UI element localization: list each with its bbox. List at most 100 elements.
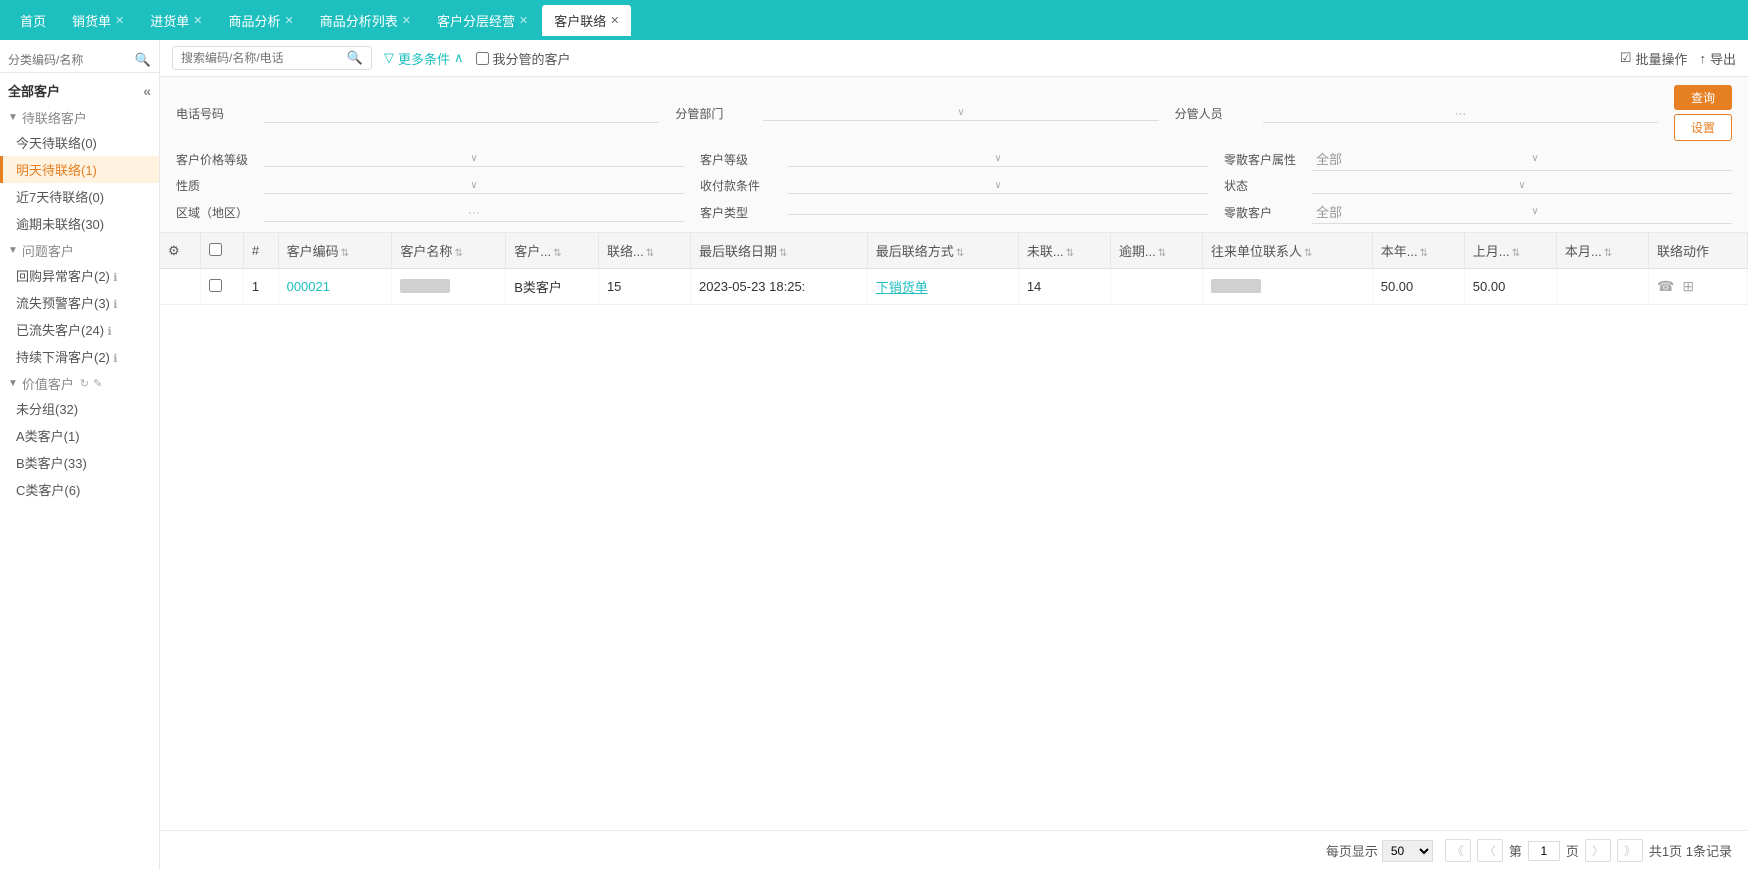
close-customer-contact-icon[interactable]: ✕ bbox=[610, 14, 619, 27]
th-no-contact[interactable]: 未联...⇅ bbox=[1018, 233, 1110, 269]
sidebar-tomorrow[interactable]: 明天待联络(1) bbox=[0, 156, 159, 183]
retail-customer-label: 零散客户 bbox=[1224, 204, 1304, 221]
filter-icon: ▽ bbox=[384, 50, 394, 66]
sort-method-icon: ⇅ bbox=[956, 248, 964, 259]
th-code[interactable]: 客户编码⇅ bbox=[278, 233, 392, 269]
th-name[interactable]: 客户名称⇅ bbox=[392, 233, 506, 269]
person-field: 分管人员 ··· bbox=[1175, 104, 1658, 123]
payment-select[interactable]: ∨ bbox=[788, 178, 1208, 194]
gender-select[interactable]: ∨ bbox=[264, 178, 684, 194]
sidebar-overdue[interactable]: 逾期未联络(30) bbox=[0, 210, 159, 237]
dept-select[interactable]: ∨ bbox=[763, 105, 1158, 121]
row-contact-count: 15 bbox=[598, 269, 690, 305]
close-purchase-icon[interactable]: ✕ bbox=[193, 14, 202, 27]
export-icon: ↑ bbox=[1699, 51, 1706, 66]
batch-ops-button[interactable]: ☑ 批量操作 bbox=[1620, 49, 1688, 68]
person-label: 分管人员 bbox=[1175, 105, 1255, 122]
close-sales-icon[interactable]: ✕ bbox=[115, 14, 124, 27]
sidebar-search-input[interactable] bbox=[8, 53, 135, 67]
next-page-button[interactable]: 〉 bbox=[1585, 839, 1611, 862]
sidebar-churned[interactable]: 已流失客户(24) ℹ bbox=[0, 316, 159, 343]
search-input[interactable] bbox=[181, 51, 343, 65]
my-customers-label: 我分管的客户 bbox=[493, 49, 571, 68]
status-select[interactable]: ∨ bbox=[1312, 178, 1732, 194]
sidebar-repurchase[interactable]: 回购异常客户(2) ℹ bbox=[0, 262, 159, 289]
settings-button[interactable]: 设置 bbox=[1674, 114, 1732, 141]
page-number-input[interactable] bbox=[1528, 841, 1560, 861]
sort-thismonth-icon: ⇅ bbox=[1604, 248, 1612, 259]
more-filter-button[interactable]: ▽ 更多条件 ∧ bbox=[384, 49, 464, 68]
value-customers-group: ▼ 价值客户 ↻ ✎ bbox=[0, 370, 159, 395]
sort-lastmonth-icon: ⇅ bbox=[1512, 248, 1520, 259]
th-this-year[interactable]: 本年...⇅ bbox=[1372, 233, 1464, 269]
search-box: 🔍 bbox=[172, 46, 372, 70]
retail-attr-field: 零散客户属性 全部∨ bbox=[1224, 147, 1732, 171]
sidebar-churn-warning[interactable]: 流失预警客户(3) ℹ bbox=[0, 289, 159, 316]
th-this-month[interactable]: 本月...⇅ bbox=[1556, 233, 1648, 269]
nav-goods-analysis[interactable]: 商品分析 ✕ bbox=[216, 5, 305, 36]
th-last-date[interactable]: 最后联络日期⇅ bbox=[691, 233, 868, 269]
th-last-method[interactable]: 最后联络方式⇅ bbox=[867, 233, 1018, 269]
row-action-more-icon[interactable]: ⊞ bbox=[1682, 278, 1694, 295]
phone-input[interactable] bbox=[264, 104, 659, 123]
row-last-method[interactable]: 下销货单 bbox=[867, 269, 1018, 305]
th-overdue[interactable]: 逾期...⇅ bbox=[1110, 233, 1202, 269]
row-last-date: 2023-05-23 18:25: bbox=[691, 269, 868, 305]
row-checkbox[interactable] bbox=[200, 269, 243, 305]
all-customers-header[interactable]: 全部客户 « bbox=[0, 77, 159, 104]
row-code[interactable]: 000021 bbox=[278, 269, 392, 305]
sidebar-declining[interactable]: 持续下滑客户(2) ℹ bbox=[0, 343, 159, 370]
select-all-checkbox[interactable] bbox=[209, 243, 222, 256]
sidebar-today[interactable]: 今天待联络(0) bbox=[0, 129, 159, 156]
row-unit-contact bbox=[1202, 269, 1372, 305]
th-checkbox[interactable] bbox=[200, 233, 243, 269]
sidebar-a-class[interactable]: A类客户(1) bbox=[0, 422, 159, 449]
price-level-select[interactable]: ∨ bbox=[264, 151, 684, 167]
more-filter-label: 更多条件 bbox=[398, 49, 450, 68]
th-unit-contact[interactable]: 往来单位联系人⇅ bbox=[1202, 233, 1372, 269]
nav-customer-tier[interactable]: 客户分层经营 ✕ bbox=[425, 5, 540, 36]
phone-field: 电话号码 bbox=[176, 104, 659, 123]
nav-goods-list[interactable]: 商品分析列表 ✕ bbox=[308, 5, 423, 36]
row-action-phone-icon[interactable]: ☎ bbox=[1657, 278, 1674, 295]
retail-customer-select[interactable]: 全部∨ bbox=[1312, 200, 1732, 224]
close-customer-tier-icon[interactable]: ✕ bbox=[519, 14, 528, 27]
person-select[interactable]: ··· bbox=[1263, 104, 1658, 123]
th-type[interactable]: 客户...⇅ bbox=[506, 233, 599, 269]
nav-customer-contact[interactable]: 客户联络 ✕ bbox=[542, 5, 631, 36]
filter-bar: 🔍 ▽ 更多条件 ∧ 我分管的客户 ☑ 批量操作 ↑ 导出 bbox=[160, 40, 1748, 77]
nav-home-label: 首页 bbox=[20, 11, 46, 30]
search-icon[interactable]: 🔍 bbox=[347, 50, 363, 66]
nav-home[interactable]: 首页 bbox=[8, 5, 58, 36]
row-this-month bbox=[1556, 269, 1648, 305]
th-last-month[interactable]: 上月...⇅ bbox=[1464, 233, 1556, 269]
retail-attr-select[interactable]: 全部∨ bbox=[1312, 147, 1732, 171]
close-goods-analysis-icon[interactable]: ✕ bbox=[285, 14, 294, 27]
grade-select[interactable]: ∨ bbox=[788, 151, 1208, 167]
query-button[interactable]: 查询 bbox=[1674, 85, 1732, 110]
sidebar-week[interactable]: 近7天待联络(0) bbox=[0, 183, 159, 210]
prev-page-button[interactable]: 〈 bbox=[1477, 839, 1503, 862]
sort-nocontact-icon: ⇅ bbox=[1066, 248, 1074, 259]
th-contact-count[interactable]: 联络...⇅ bbox=[598, 233, 690, 269]
row-seq: 1 bbox=[243, 269, 278, 305]
sidebar-search-icon[interactable]: 🔍 bbox=[135, 52, 151, 68]
filter-row-3: 性质 ∨ 收付款条件 ∨ 状态 ∨ bbox=[176, 177, 1732, 194]
first-page-button[interactable]: 《 bbox=[1445, 839, 1471, 862]
page-size-select[interactable]: 50 100 bbox=[1382, 840, 1433, 862]
sidebar-c-class[interactable]: C类客户(6) bbox=[0, 476, 159, 503]
close-goods-list-icon[interactable]: ✕ bbox=[402, 14, 411, 27]
sidebar-ungrouped[interactable]: 未分组(32) bbox=[0, 395, 159, 422]
customer-type-select[interactable] bbox=[788, 210, 1208, 215]
collapse-sidebar-icon[interactable]: « bbox=[143, 83, 151, 99]
region-select[interactable]: ··· bbox=[264, 203, 684, 222]
nav-sales[interactable]: 销货单 ✕ bbox=[60, 5, 136, 36]
nav-purchase[interactable]: 进货单 ✕ bbox=[138, 5, 214, 36]
grade-label: 客户等级 bbox=[700, 151, 780, 168]
sidebar-b-class[interactable]: B类客户(33) bbox=[0, 449, 159, 476]
my-customers-checkbox[interactable] bbox=[476, 52, 489, 65]
last-page-button[interactable]: 》 bbox=[1617, 839, 1643, 862]
triangle-down-icon3: ▼ bbox=[8, 378, 18, 389]
export-button[interactable]: ↑ 导出 bbox=[1699, 49, 1736, 68]
th-settings[interactable]: ⚙ bbox=[160, 233, 200, 269]
